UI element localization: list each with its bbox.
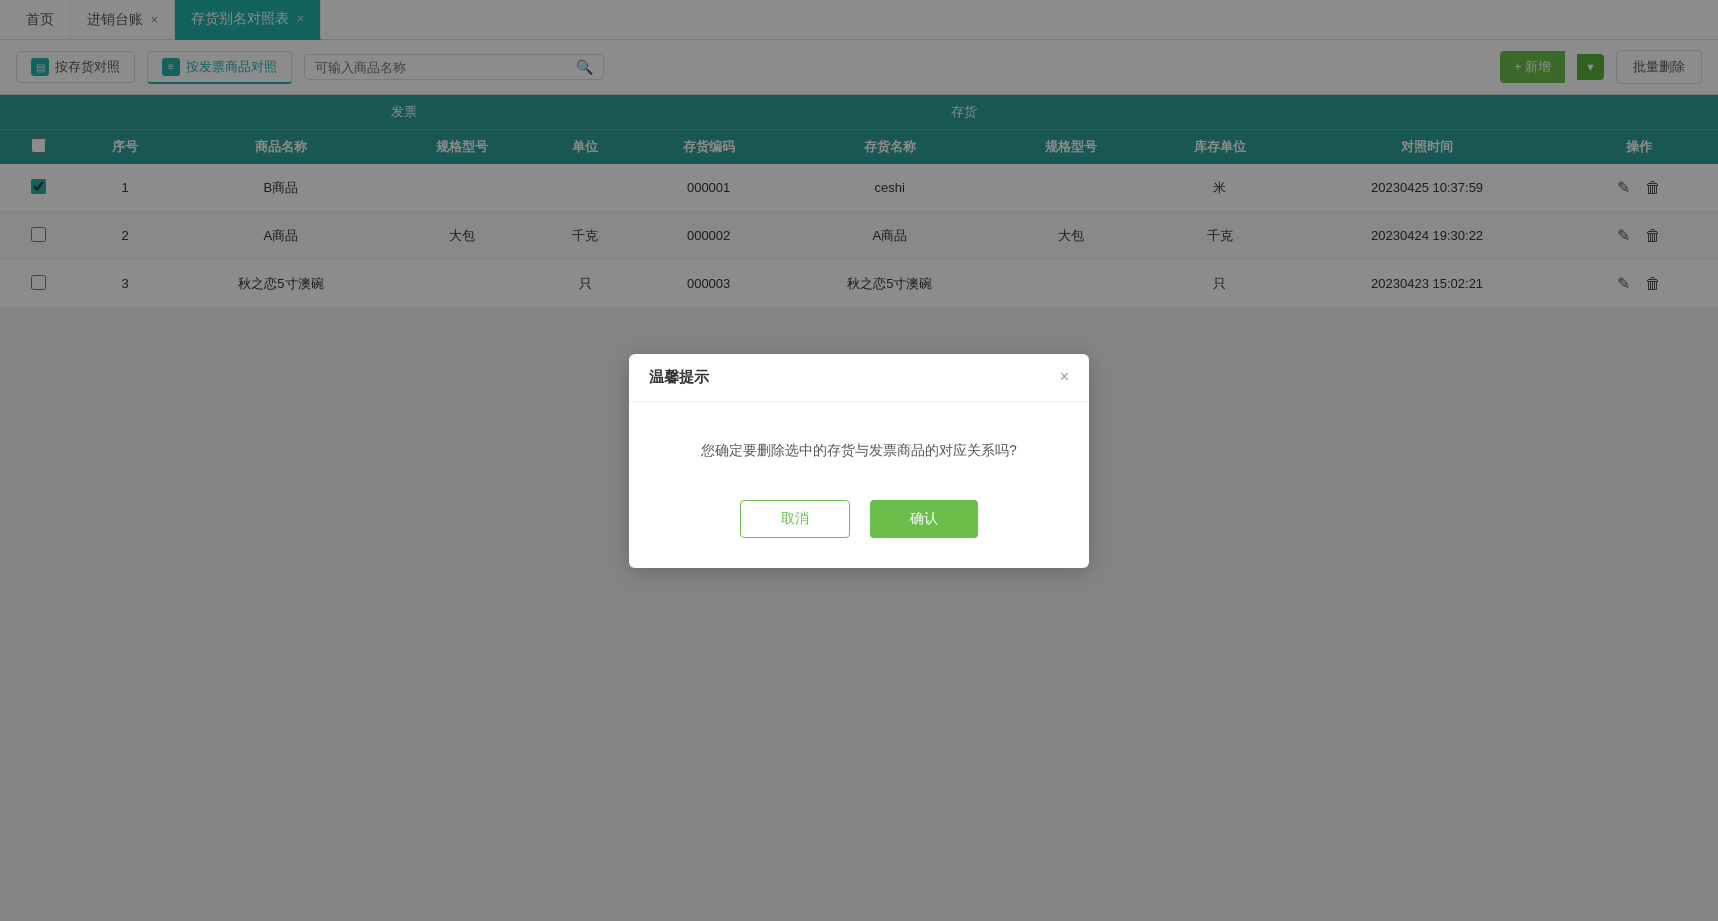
overlay: 温馨提示 × 您确定要删除选中的存货与发票商品的对应关系吗? 取消 确认 bbox=[0, 0, 1718, 308]
